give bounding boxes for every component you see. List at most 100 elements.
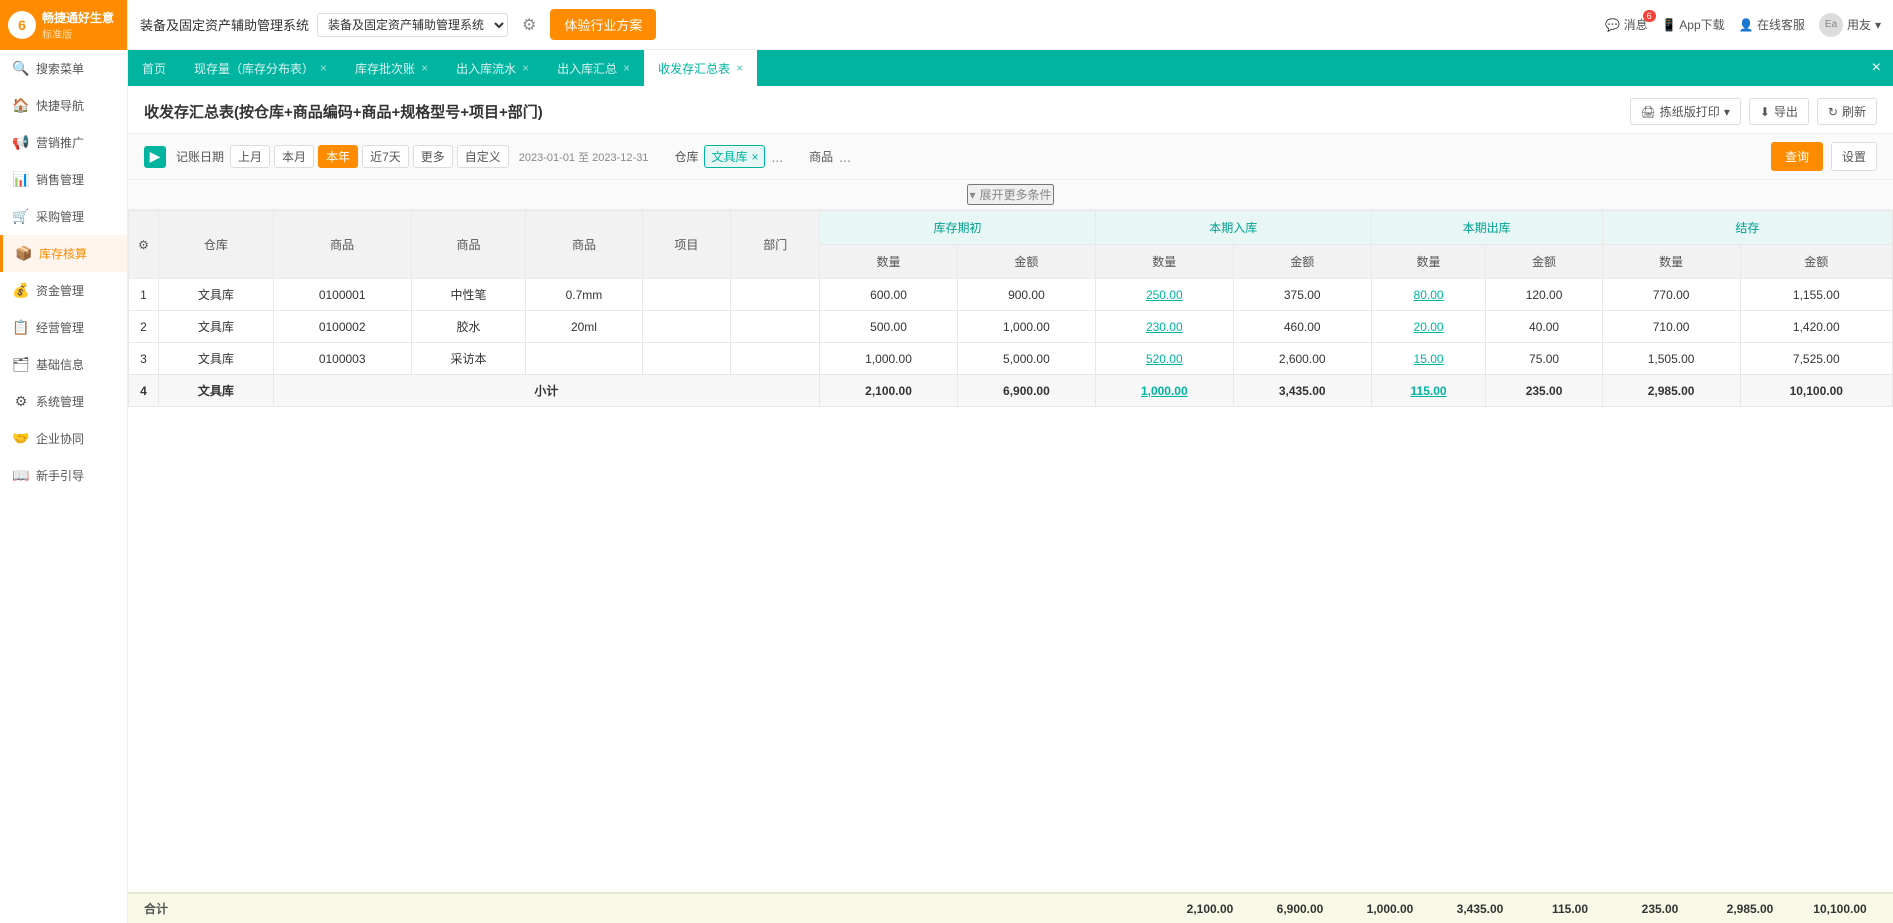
purchase-icon: 🛒 [12,208,30,225]
chevron-down-icon: ▾ [1875,18,1881,32]
tab-inventory-dist-label: 现存量（库存分布表） [194,60,314,77]
settings-button[interactable]: 设置 [1831,142,1877,171]
sales-icon: 📊 [12,171,30,188]
app-download-button[interactable]: 📱 App下载 [1662,16,1725,33]
cell-product-name: 采访本 [411,343,526,375]
th-close-amt: 金额 [1740,245,1892,279]
cell-in-qty[interactable]: 230.00 [1095,311,1233,343]
user-menu[interactable]: Ea 用友 ▾ [1819,13,1881,37]
warehouse-tag: 文具库 × [704,145,765,168]
trial-button[interactable]: 体验行业方案 [550,9,656,40]
message-button[interactable]: 💬 消息 6 [1605,16,1647,33]
filter-this-month[interactable]: 本月 [274,145,314,168]
warehouse-tag-remove[interactable]: × [751,150,758,164]
system-title: 装备及固定资产辅助管理系统 [140,15,309,34]
product-more[interactable]: ... [839,149,851,165]
chevron-down-icon: ▾ [1724,105,1730,119]
cell-dept [731,279,820,311]
sidebar-item-label: 企业协同 [36,430,84,447]
sidebar-item-search[interactable]: 🔍 搜索菜单 [0,50,127,87]
cell-close-qty: 770.00 [1602,279,1740,311]
system-select[interactable]: 装备及固定资产辅助管理系统 [317,13,508,37]
cell-no: 1 [129,279,159,311]
cell-in-qty[interactable]: 520.00 [1095,343,1233,375]
cell-open-amt: 5,000.00 [957,343,1095,375]
filter-custom[interactable]: 自定义 [457,145,509,168]
tab-recv-send-summary[interactable]: 收发存汇总表 × [644,50,757,86]
filter-last-month[interactable]: 上月 [230,145,270,168]
username: 用友 [1847,16,1871,33]
th-settings[interactable]: ⚙ [129,211,159,279]
tab-recv-send-summary-close[interactable]: × [736,61,743,75]
cell-open-qty: 1,000.00 [820,343,958,375]
sidebar-item-system[interactable]: ⚙ 系统管理 [0,383,127,420]
query-button[interactable]: 查询 [1771,142,1823,171]
page-content: 收发存汇总表(按仓库+商品编码+商品+规格型号+项目+部门) 🖨 拣纸版打印 ▾… [128,86,1893,923]
tab-inout-flow[interactable]: 出入库流水 × [442,50,543,86]
cell-product-code: 0100003 [273,343,411,375]
expand-conditions-button[interactable]: ▾ 展开更多条件 [967,184,1053,205]
cell-in-qty[interactable]: 1,000.00 [1095,375,1233,407]
topbar: 装备及固定资产辅助管理系统 装备及固定资产辅助管理系统 ⚙ 体验行业方案 💬 消… [128,0,1893,50]
cell-open-qty: 600.00 [820,279,958,311]
sidebar-item-finance[interactable]: 💰 资金管理 [0,272,127,309]
sidebar-item-label: 营销推广 [36,134,84,151]
warehouse-more[interactable]: ... [771,149,783,165]
tab-batch-ledger-close[interactable]: × [421,61,428,75]
th-warehouse: 仓库 [159,211,274,279]
page-actions: 🖨 拣纸版打印 ▾ ⬇ 导出 ↻ 刷新 [1630,98,1877,125]
sidebar-item-sales[interactable]: 📊 销售管理 [0,161,127,198]
cell-out-qty[interactable]: 80.00 [1371,279,1486,311]
marketing-icon: 📢 [12,134,30,151]
cell-out-qty[interactable]: 115.00 [1371,375,1486,407]
th-in-qty: 数量 [1095,245,1233,279]
sidebar-nav: 🔍 搜索菜单 🏠 快捷导航 📢 营销推广 📊 销售管理 🛒 采购管理 📦 库存核… [0,50,127,923]
sidebar-item-inventory[interactable]: 📦 库存核算 [0,235,127,272]
cell-project [642,311,731,343]
message-icon: 💬 [1605,18,1620,32]
online-service-button[interactable]: 👤 在线客服 [1739,16,1805,33]
sidebar-item-purchase[interactable]: 🛒 采购管理 [0,198,127,235]
cell-no: 3 [129,343,159,375]
export-button[interactable]: ⬇ 导出 [1749,98,1809,125]
sidebar-item-label: 资金管理 [36,282,84,299]
tab-inout-summary[interactable]: 出入库汇总 × [543,50,644,86]
tab-recv-send-summary-label: 收发存汇总表 [658,60,730,77]
filter-collapse-button[interactable]: ▶ [144,146,166,168]
cell-in-qty[interactable]: 250.00 [1095,279,1233,311]
table-container: ⚙ 仓库 商品 商品 商品 项目 部门 库存期初 本期入库 本期出库 结存 [128,210,1893,892]
sidebar-item-marketing[interactable]: 📢 营销推广 [0,124,127,161]
cell-out-qty[interactable]: 15.00 [1371,343,1486,375]
filter-last-7days[interactable]: 近7天 [362,145,409,168]
close-all-tabs[interactable]: × [1860,59,1893,77]
sidebar-item-operations[interactable]: 📋 经营管理 [0,309,127,346]
tab-batch-ledger[interactable]: 库存批次账 × [341,50,442,86]
footer-values: 2,100.00 6,900.00 1,000.00 3,435.00 115.… [1165,902,1885,916]
sidebar-item-label: 基础信息 [36,356,84,373]
tab-inout-summary-close[interactable]: × [623,61,630,75]
page-title: 收发存汇总表(按仓库+商品编码+商品+规格型号+项目+部门) [144,101,543,122]
cell-no: 2 [129,311,159,343]
sidebar-item-quick-nav[interactable]: 🏠 快捷导航 [0,87,127,124]
refresh-button[interactable]: ↻ 刷新 [1817,98,1877,125]
sidebar-item-guide[interactable]: 📖 新手引导 [0,457,127,494]
cell-warehouse: 文具库 [159,343,274,375]
cell-out-qty[interactable]: 20.00 [1371,311,1486,343]
tab-inout-flow-close[interactable]: × [522,61,529,75]
th-dept: 部门 [731,211,820,279]
tab-inventory-dist[interactable]: 现存量（库存分布表） × [180,50,341,86]
gear-icon[interactable]: ⚙ [516,15,542,35]
tab-home[interactable]: 首页 [128,50,180,86]
sidebar-item-basic-info[interactable]: 🗂 基础信息 [0,346,127,383]
filter-more[interactable]: 更多 [413,145,453,168]
cell-product-spec [526,343,642,375]
tab-inventory-dist-close[interactable]: × [320,61,327,75]
logo-icon: 6 [8,11,36,39]
column-settings-icon[interactable]: ⚙ [138,238,149,252]
cell-no: 4 [129,375,159,407]
cell-product-code: 0100002 [273,311,411,343]
print-button[interactable]: 🖨 拣纸版打印 ▾ [1630,98,1741,125]
sidebar-item-enterprise[interactable]: 🤝 企业协同 [0,420,127,457]
filter-this-year[interactable]: 本年 [318,145,358,168]
footer-close-amt: 10,100.00 [1795,902,1885,916]
